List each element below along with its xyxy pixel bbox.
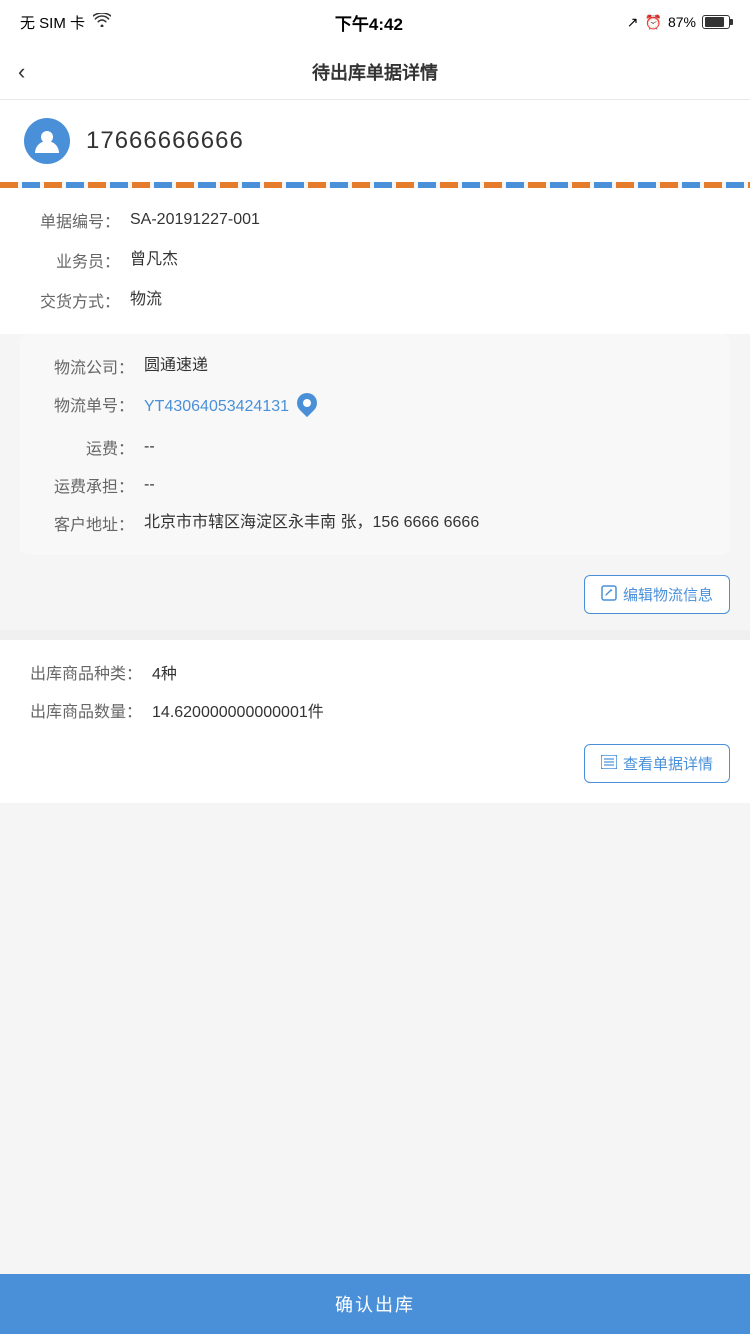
battery-icon [702, 14, 730, 30]
tracking-no-value: YT43064053424131 [144, 392, 706, 421]
goods-types-row: 出库商品种类： 4种 [30, 660, 720, 684]
order-no-label: 单据编号： [30, 208, 120, 232]
edit-button-label: 编辑物流信息 [623, 584, 713, 605]
address-label: 客户地址： [44, 511, 134, 535]
logistics-company-row: 物流公司： 圆通速递 [44, 354, 706, 378]
status-bar: 无 SIM 卡 下午4:42 ↗ ⏰ 87% [0, 0, 750, 44]
view-detail-label: 查看单据详情 [623, 753, 713, 774]
freight-value: -- [144, 435, 706, 459]
freight-label: 运费： [44, 435, 134, 459]
user-phone: 17666666666 [86, 127, 244, 155]
alarm-icon: ⏰ [645, 14, 662, 31]
salesman-value: 曾凡杰 [130, 248, 720, 272]
tracking-no-label: 物流单号： [44, 392, 134, 416]
goods-types-label: 出库商品种类： [30, 660, 142, 684]
address-value: 北京市市辖区海淀区永丰南 张，156 6666 6666 [144, 511, 706, 535]
view-detail-row: 查看单据详情 [0, 744, 750, 803]
goods-quantity-row: 出库商品数量： 14.620000000000001件 [30, 698, 720, 722]
delivery-label: 交货方式： [30, 288, 120, 312]
freight-row: 运费： -- [44, 435, 706, 459]
salesman-label: 业务员： [30, 248, 120, 272]
confirm-button-label: 确认出库 [335, 1291, 415, 1317]
wifi-icon [93, 13, 111, 31]
order-no-row: 单据编号： SA-20191227-001 [30, 208, 720, 232]
section-divider-1 [0, 630, 750, 640]
delivery-row: 交货方式： 物流 [30, 288, 720, 312]
salesman-row: 业务员： 曾凡杰 [30, 248, 720, 272]
goods-section: 出库商品种类： 4种 出库商品数量： 14.620000000000001件 [0, 640, 750, 744]
confirm-bar[interactable]: 确认出库 [0, 1274, 750, 1334]
battery-text: 87% [668, 14, 696, 30]
edit-logistics-button[interactable]: 编辑物流信息 [584, 575, 730, 614]
status-time: 下午4:42 [335, 10, 403, 35]
freight-bearer-label: 运费承担： [44, 473, 134, 497]
edit-button-row: 编辑物流信息 [0, 575, 750, 630]
freight-bearer-value: -- [144, 473, 706, 497]
tracking-no-row: 物流单号： YT43064053424131 [44, 392, 706, 421]
page-title: 待出库单据详情 [312, 59, 438, 85]
edit-icon [601, 585, 617, 604]
freight-bearer-row: 运费承担： -- [44, 473, 706, 497]
view-detail-button[interactable]: 查看单据详情 [584, 744, 730, 783]
status-left: 无 SIM 卡 [20, 12, 111, 33]
address-row: 客户地址： 北京市市辖区海淀区永丰南 张，156 6666 6666 [44, 511, 706, 535]
logistics-card: 物流公司： 圆通速递 物流单号： YT43064053424131 运费： --… [20, 334, 730, 555]
carrier-text: 无 SIM 卡 [20, 12, 85, 33]
order-no-value: SA-20191227-001 [130, 208, 720, 232]
status-right: ↗ ⏰ 87% [627, 14, 730, 31]
user-header: 17666666666 [0, 100, 750, 182]
delivery-value: 物流 [130, 288, 720, 312]
goods-quantity-value: 14.620000000000001件 [152, 698, 324, 722]
back-button[interactable]: ‹ [18, 59, 25, 85]
list-icon [601, 755, 617, 772]
logistics-company-label: 物流公司： [44, 354, 134, 378]
goods-quantity-label: 出库商品数量： [30, 698, 142, 722]
bottom-spacer [0, 803, 750, 983]
nav-bar: ‹ 待出库单据详情 [0, 44, 750, 100]
logistics-company-value: 圆通速递 [144, 354, 706, 378]
goods-types-value: 4种 [152, 660, 177, 684]
location-status-icon: ↗ [627, 14, 639, 31]
order-info-section: 单据编号： SA-20191227-001 业务员： 曾凡杰 交货方式： 物流 [0, 188, 750, 334]
tracking-location-icon[interactable] [297, 392, 317, 421]
user-avatar [24, 118, 70, 164]
